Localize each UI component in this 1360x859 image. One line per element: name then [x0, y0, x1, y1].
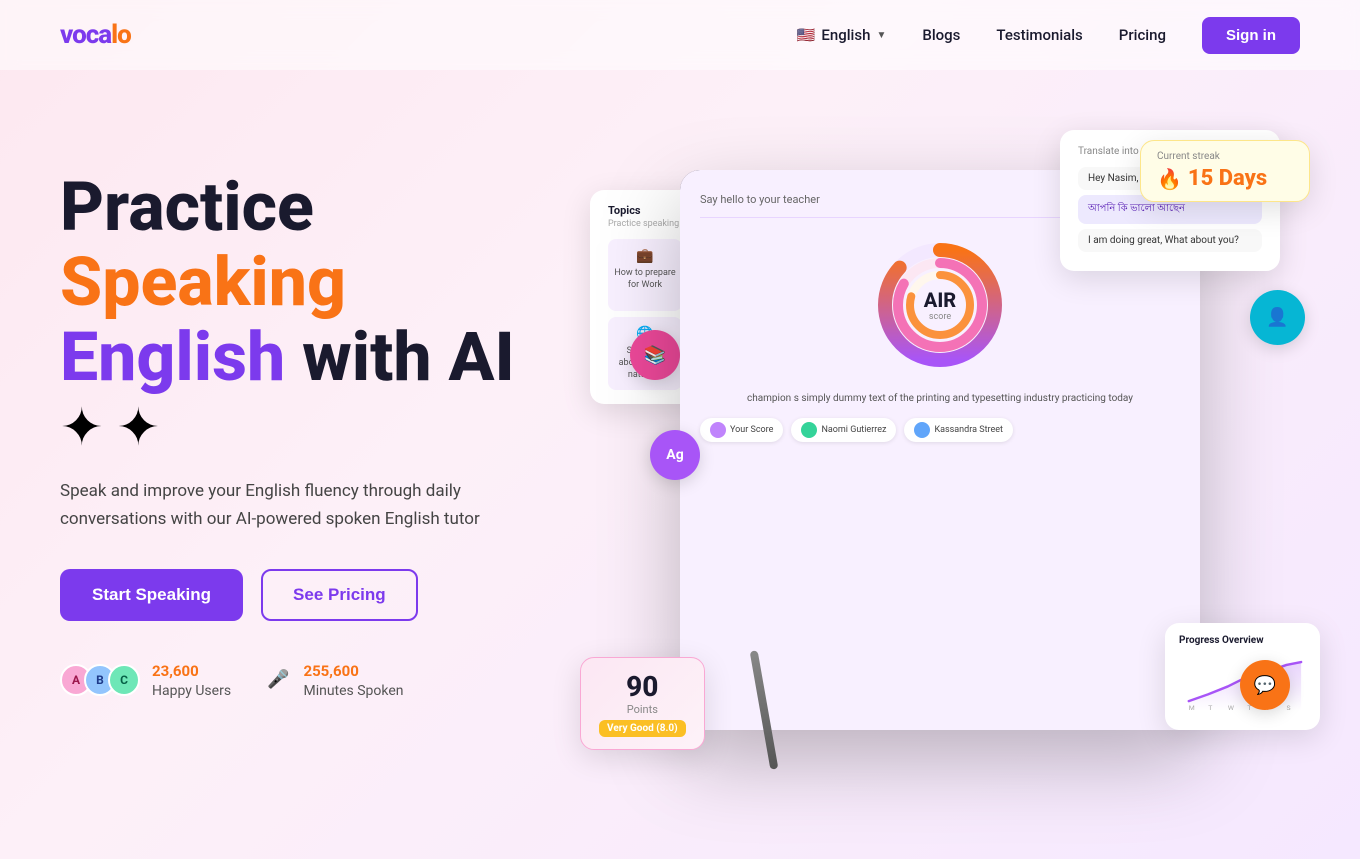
points-card: 90 Points Very Good (8.0) — [580, 657, 705, 750]
language-label: English — [821, 26, 870, 44]
chat-float-button[interactable]: 💬 — [1240, 660, 1290, 710]
topic-label-1: How to prepare for Work — [614, 268, 675, 290]
svg-text:W: W — [1228, 704, 1234, 712]
nav-blogs[interactable]: Blogs — [922, 26, 960, 44]
points-label: Points — [599, 703, 686, 716]
lesson-header-text: Say hello to your teacher — [700, 193, 820, 206]
users-stat-text: 23,600 Happy Users — [152, 661, 231, 699]
hero-right: Topics Practice speaking per day here 💼 … — [600, 130, 1300, 810]
minutes-stat-text: 255,600 Minutes Spoken — [303, 661, 403, 699]
svg-text:M: M — [1189, 704, 1195, 712]
user-chip-1: Your Score — [700, 418, 783, 442]
user-name-3: Kassandra Street — [934, 425, 1003, 435]
user-chip-2: Naomi Gutierrez — [791, 418, 896, 442]
svg-text:T: T — [1208, 704, 1212, 712]
fire-icon: 🔥 — [1157, 167, 1182, 191]
user-avatar-1 — [710, 422, 726, 438]
user-avatar-2 — [801, 422, 817, 438]
users-count: 23,600 — [152, 662, 199, 680]
streak-card: Current streak 🔥 15 Days — [1140, 140, 1310, 202]
translate-label: Translate into — [1078, 146, 1139, 157]
title-line2: Speaking — [60, 242, 346, 322]
user-row: Your Score Naomi Gutierrez Kassandra Str… — [700, 418, 1180, 442]
user-name-1: Your Score — [730, 425, 773, 435]
score-label: AIR — [924, 288, 956, 312]
hero-buttons: Start Speaking See Pricing — [60, 569, 620, 621]
stat-avatars: A B C — [60, 664, 132, 696]
title-line3-dark: with AI — [285, 317, 515, 397]
score-display: AIR score — [924, 288, 956, 322]
hero-left: Practice Speaking English with AI ✦ ✦ Sp… — [60, 130, 620, 699]
topics-float-button[interactable]: 📚 — [630, 330, 680, 380]
briefcase-icon: 💼 — [614, 247, 676, 265]
chat-msg-3: I am doing great, What about you? — [1078, 229, 1262, 252]
user-name-2: Naomi Gutierrez — [821, 425, 886, 435]
avatar-3: C — [108, 664, 140, 696]
hero-title: Practice Speaking English with AI — [60, 170, 620, 394]
user-chip-3: Kassandra Street — [904, 418, 1013, 442]
minutes-stat: 🎤 255,600 Minutes Spoken — [267, 661, 403, 699]
hero-stats: A B C 23,600 Happy Users 🎤 255,600 Minut… — [60, 661, 620, 699]
language-selector[interactable]: 🇺🇸 English ▼ — [797, 26, 887, 44]
nav-testimonials[interactable]: Testimonials — [996, 26, 1082, 44]
nav-pricing[interactable]: Pricing — [1119, 26, 1166, 44]
navbar: vocalo 🇺🇸 English ▼ Blogs Testimonials P… — [0, 0, 1360, 70]
users-label-text: Happy Users — [152, 683, 231, 699]
score-sublabel: score — [924, 312, 956, 322]
streak-days: 15 Days — [1188, 166, 1267, 191]
text-float-button[interactable]: Ag — [650, 430, 700, 480]
topic-item-1: 💼 How to prepare for Work — [608, 239, 682, 311]
minutes-label: Minutes Spoken — [303, 683, 403, 699]
chevron-down-icon: ▼ — [876, 30, 886, 41]
logo[interactable]: vocalo — [60, 20, 131, 50]
logo-text: voca — [60, 20, 111, 50]
title-line1: Practice — [60, 167, 314, 247]
flag-icon: 🇺🇸 — [797, 26, 816, 44]
user-float-button[interactable]: 👤 — [1250, 290, 1305, 345]
score-chart: AIR score — [875, 240, 1005, 370]
feedback-text: champion s simply dummy text of the prin… — [700, 392, 1180, 406]
mic-icon: 🎤 — [267, 669, 289, 690]
svg-text:S: S — [1286, 704, 1290, 712]
sparkles-icon: ✦ ✦ — [60, 402, 620, 454]
logo-highlight: lo — [111, 20, 131, 50]
start-speaking-button[interactable]: Start Speaking — [60, 569, 243, 621]
signin-button[interactable]: Sign in — [1202, 17, 1300, 54]
points-number: 90 — [599, 670, 686, 703]
streak-label: Current streak — [1157, 151, 1293, 162]
title-line3-purple: English — [60, 317, 285, 397]
user-avatar-3 — [914, 422, 930, 438]
points-badge: Very Good (8.0) — [599, 720, 686, 737]
see-pricing-button[interactable]: See Pricing — [261, 569, 418, 621]
minutes-count: 255,600 — [303, 662, 358, 680]
users-stat: A B C 23,600 Happy Users — [60, 661, 231, 699]
hero-description: Speak and improve your English fluency t… — [60, 478, 540, 532]
hero-section: Practice Speaking English with AI ✦ ✦ Sp… — [0, 70, 1360, 850]
progress-title: Progress Overview — [1179, 635, 1306, 646]
nav-right: 🇺🇸 English ▼ Blogs Testimonials Pricing … — [797, 17, 1300, 54]
